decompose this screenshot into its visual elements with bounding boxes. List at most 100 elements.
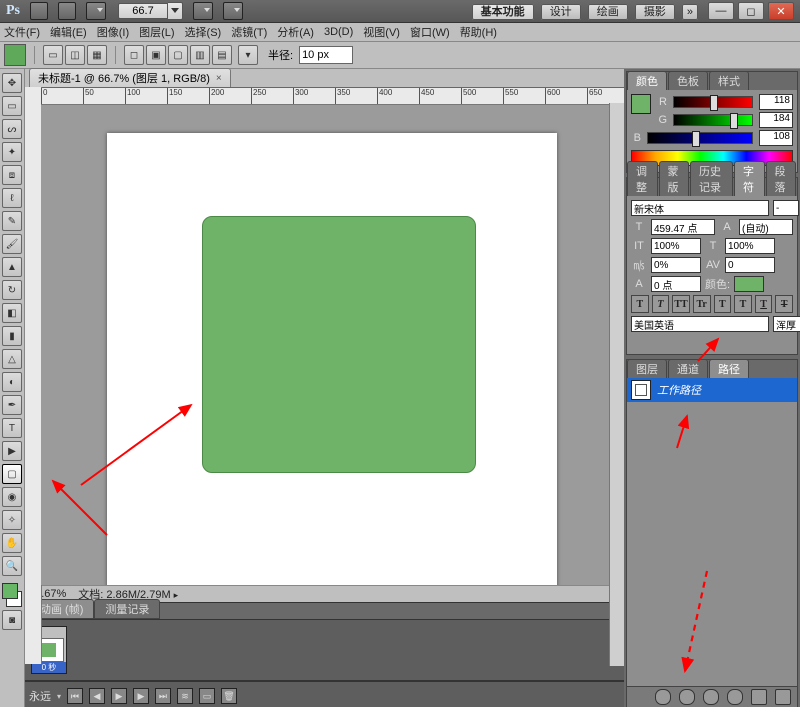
menu-image[interactable]: 图像(I)	[97, 24, 129, 40]
tab-channels[interactable]: 通道	[668, 359, 708, 378]
path-to-selection-button[interactable]	[703, 689, 719, 705]
new-path-button[interactable]	[751, 689, 767, 705]
3d-tool[interactable]: ◉	[2, 487, 22, 507]
workspace-photography[interactable]: 摄影	[635, 4, 675, 20]
fill-pixels-button[interactable]: ▦	[87, 45, 107, 65]
hscale-input[interactable]	[725, 238, 775, 254]
tab-character[interactable]: 字符	[734, 161, 765, 196]
tab-measurement-log[interactable]: 测量记录	[94, 599, 160, 619]
combine-subtract-button[interactable]: ▢	[168, 45, 188, 65]
tween-button[interactable]: ≋	[177, 688, 193, 704]
delete-frame-button[interactable]: 🗑	[221, 688, 237, 704]
arrange-documents-dropdown[interactable]	[193, 2, 213, 20]
history-brush-tool[interactable]: ↻	[2, 280, 22, 300]
marquee-tool[interactable]: ▭	[2, 96, 22, 116]
selection-to-path-button[interactable]	[727, 689, 743, 705]
workspace-painting[interactable]: 绘画	[588, 4, 628, 20]
close-icon[interactable]: ×	[216, 73, 222, 84]
prev-frame-button[interactable]: ◀	[89, 688, 105, 704]
delete-path-button[interactable]	[775, 689, 791, 705]
gradient-tool[interactable]: ▮	[2, 326, 22, 346]
eyedropper-tool[interactable]: ℓ	[2, 188, 22, 208]
menu-select[interactable]: 选择(S)	[185, 24, 222, 40]
font-family-select[interactable]	[631, 200, 769, 216]
path-select-tool[interactable]: ▶	[2, 441, 22, 461]
rounded-rectangle-tool[interactable]: ▢	[2, 464, 22, 484]
window-maximize-button[interactable]: ◻	[738, 2, 764, 20]
r-value[interactable]: 118	[759, 94, 793, 110]
menu-layer[interactable]: 图层(L)	[139, 24, 174, 40]
artboard[interactable]	[107, 133, 557, 585]
tab-history[interactable]: 历史记录	[690, 161, 733, 196]
workspace-essentials[interactable]: 基本功能	[472, 4, 534, 20]
path-item-work-path[interactable]: 工作路径	[627, 378, 797, 402]
tab-masks[interactable]: 蒙版	[659, 161, 690, 196]
menu-edit[interactable]: 编辑(E)	[50, 24, 87, 40]
menu-window[interactable]: 窗口(W)	[410, 24, 450, 40]
leading-input[interactable]	[739, 219, 793, 235]
dodge-tool[interactable]: ◐	[2, 372, 22, 392]
small-caps[interactable]: Tr	[693, 295, 711, 313]
vscale-input[interactable]	[651, 238, 701, 254]
faux-italic[interactable]: T	[652, 295, 670, 313]
window-minimize-button[interactable]: —	[708, 2, 734, 20]
tab-paths[interactable]: 路径	[709, 359, 749, 378]
b-value[interactable]: 108	[759, 130, 793, 146]
window-close-button[interactable]: ✕	[768, 2, 794, 20]
foreground-color[interactable]	[2, 583, 18, 599]
kerning-input[interactable]	[725, 257, 775, 273]
screen-mode-dropdown[interactable]	[223, 2, 243, 20]
menu-analysis[interactable]: 分析(A)	[277, 24, 314, 40]
menu-file[interactable]: 文件(F)	[4, 24, 40, 40]
color-swatch[interactable]	[631, 94, 651, 114]
zoom-tool[interactable]: 🔍	[2, 556, 22, 576]
menu-view[interactable]: 视图(V)	[363, 24, 400, 40]
faux-bold[interactable]: T	[631, 295, 649, 313]
hand-tool[interactable]: ✋	[2, 533, 22, 553]
tab-swatches[interactable]: 色板	[668, 71, 708, 90]
launch-bridge-icon[interactable]	[30, 2, 48, 20]
canvas-viewport[interactable]	[41, 105, 624, 585]
3d-camera-tool[interactable]: ✧	[2, 510, 22, 530]
tool-preset-swatch[interactable]	[4, 44, 26, 66]
quick-mask-toggle[interactable]: ◙	[2, 610, 22, 630]
move-tool[interactable]: ✥	[2, 73, 22, 93]
radius-input[interactable]	[299, 46, 353, 64]
stamp-tool[interactable]: ▲	[2, 257, 22, 277]
g-slider[interactable]	[673, 114, 753, 126]
stroke-path-button[interactable]	[679, 689, 695, 705]
tracking-input[interactable]	[651, 257, 701, 273]
rounded-rectangle-shape[interactable]	[202, 216, 476, 473]
brush-tool[interactable]: 🖌	[2, 234, 22, 254]
menu-filter[interactable]: 滤镜(T)	[231, 24, 267, 40]
loop-selector[interactable]: 永远	[29, 688, 51, 704]
zoom-value[interactable]: 66.7	[118, 3, 168, 19]
tab-paragraph[interactable]: 段落	[766, 161, 797, 196]
g-value[interactable]: 184	[759, 112, 793, 128]
tab-adjustments[interactable]: 调整	[627, 161, 658, 196]
play-button[interactable]: ▶	[111, 688, 127, 704]
scrollbar-vertical[interactable]	[609, 103, 624, 666]
foreground-background-swatch[interactable]	[2, 583, 22, 607]
superscript[interactable]: T	[714, 295, 732, 313]
font-style-select[interactable]	[773, 200, 799, 216]
r-slider[interactable]	[673, 96, 753, 108]
type-tool[interactable]: T	[2, 418, 22, 438]
chevron-down-icon[interactable]	[168, 2, 183, 20]
crop-tool[interactable]: ⧈	[2, 165, 22, 185]
all-caps[interactable]: TT	[672, 295, 690, 313]
menu-help[interactable]: 帮助(H)	[460, 24, 497, 40]
next-frame-button[interactable]: ▶	[133, 688, 149, 704]
tab-styles[interactable]: 样式	[709, 71, 749, 90]
b-slider[interactable]	[647, 132, 753, 144]
strikethrough[interactable]: T	[775, 295, 793, 313]
menu-3d[interactable]: 3D(D)	[324, 26, 353, 38]
tab-layers[interactable]: 图层	[627, 359, 667, 378]
quick-select-tool[interactable]: ✦	[2, 142, 22, 162]
geometry-options-button[interactable]: ▾	[238, 45, 258, 65]
antialias-select[interactable]	[773, 316, 800, 332]
baseline-shift-input[interactable]	[651, 276, 701, 292]
lasso-tool[interactable]: ᔕ	[2, 119, 22, 139]
launch-minibridge-icon[interactable]	[58, 2, 76, 20]
workspace-more[interactable]: »	[682, 4, 698, 20]
